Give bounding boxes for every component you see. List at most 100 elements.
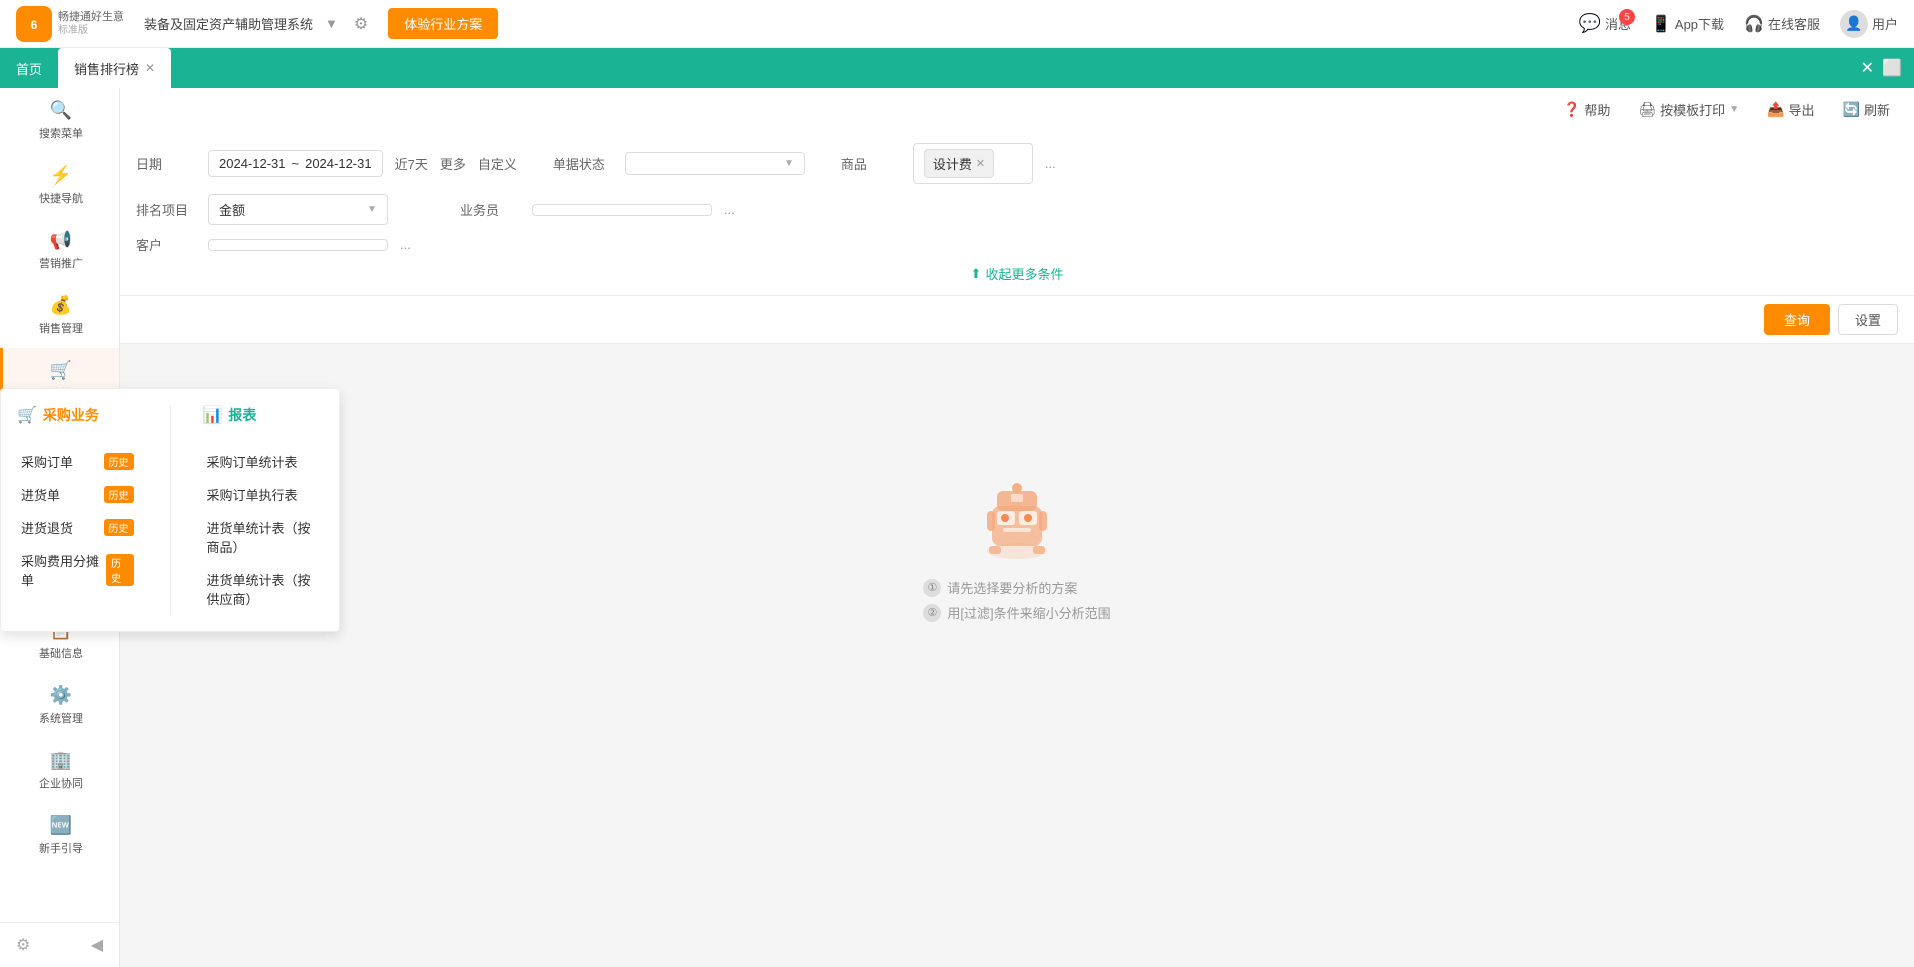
settings-button[interactable]: 设置 (1838, 304, 1898, 335)
query-button[interactable]: 查询 (1764, 304, 1830, 335)
goods-input[interactable]: 设计费 ✕ (913, 143, 1033, 184)
rank-dropdown-icon: ▼ (367, 204, 377, 215)
empty-state: ① 请先选择要分析的方案 ② 用[过滤]条件来缩小分析范围 (120, 344, 1914, 744)
voucher-status-label: 单据状态 (553, 154, 613, 173)
tab-home[interactable]: 首页 (0, 48, 58, 88)
goods-tag: 设计费 ✕ (924, 149, 994, 178)
sidebar-item-purchase-container: 🛒 采购管理 🛒 采购业务 采购订单 历史 进货单 (0, 348, 119, 413)
logo-icon: 6 (16, 6, 52, 42)
messages-button[interactable]: 💬 5 消息 (1579, 13, 1631, 34)
topbar-right: 💬 5 消息 📱 App下载 🎧 在线客服 👤 用户 (1579, 10, 1898, 38)
topbar: 6 畅捷通好生意 标准版 装备及固定资产辅助管理系统 ▼ ⚙ 体验行业方案 💬 … (0, 0, 1914, 48)
menu-item-report-order-stats[interactable]: 采购订单统计表 (203, 445, 324, 478)
print-icon: 🖨 (1638, 101, 1656, 118)
rank-select[interactable]: 金额 ▼ (208, 194, 388, 225)
system-arrow-icon[interactable]: ▼ (325, 16, 338, 31)
tip-2-num: ② (923, 604, 941, 622)
sidebar-settings-icon[interactable]: ⚙ (16, 935, 30, 955)
tab-close-icon[interactable]: ✕ (145, 61, 155, 75)
sidebar-item-marketing[interactable]: 📢 营销推广 (0, 218, 119, 283)
logo-text: 畅捷通好生意 标准版 (58, 10, 124, 37)
history-badge-1: 历史 (104, 486, 134, 503)
print-dropdown-icon[interactable]: ▼ (1729, 104, 1739, 115)
enterprise-icon: 🏢 (50, 750, 72, 771)
staff-input[interactable] (532, 204, 712, 216)
customer-label: 客户 (136, 235, 196, 254)
menu-item-report-order-exec[interactable]: 采购订单执行表 (203, 478, 324, 511)
tab-sales-ranking[interactable]: 销售排行榜 ✕ (58, 48, 171, 88)
report-section: 📊 报表 采购订单统计表 采购订单执行表 进货单统计表（按商品） 进货单统计表（… (203, 405, 324, 615)
collapse-button[interactable]: ⬆ 收起更多条件 (971, 264, 1064, 283)
action-buttons: 查询 设置 (120, 296, 1914, 344)
filter-collapse-row: ⬆ 收起更多条件 (136, 264, 1898, 283)
sidebar-item-search[interactable]: 🔍 搜索菜单 (0, 88, 119, 153)
empty-tips: ① 请先选择要分析的方案 ② 用[过滤]条件来缩小分析范围 (923, 578, 1110, 622)
tabs-controls: ✕ ⬜ (1861, 58, 1914, 78)
empty-illustration (967, 466, 1067, 566)
menu-item-purchase-incoming[interactable]: 进货单 历史 (17, 478, 138, 511)
headset-icon: 🎧 (1744, 14, 1764, 34)
purchase-section-icon: 🛒 (17, 405, 37, 425)
sidebar-item-enterprise[interactable]: 🏢 企业协同 (0, 738, 119, 803)
help-button[interactable]: ❓ 帮助 (1555, 96, 1618, 123)
app-download-button[interactable]: 📱 App下载 (1651, 14, 1724, 34)
customer-more-icon[interactable]: ... (400, 237, 411, 252)
customer-input[interactable] (208, 239, 388, 251)
system-icon: ⚙️ (50, 685, 72, 706)
sidebar-item-sales[interactable]: 💰 销售管理 (0, 283, 119, 348)
date-preset-7days[interactable]: 近7天 (395, 154, 428, 173)
menu-divider (170, 405, 171, 615)
date-preset-more[interactable]: 更多 (440, 154, 466, 173)
export-button[interactable]: 📤 导出 (1759, 96, 1822, 123)
date-end: 2024-12-31 (305, 156, 372, 171)
user-avatar: 👤 (1840, 10, 1868, 38)
system-settings-icon[interactable]: ⚙ (354, 14, 368, 34)
sidebar-bottom: ⚙ ◀ (0, 922, 119, 967)
empty-tip-1: ① 请先选择要分析的方案 (923, 578, 1110, 597)
sidebar-collapse-icon[interactable]: ◀ (91, 935, 103, 955)
staff-label: 业务员 (460, 200, 520, 219)
history-badge-2: 历史 (104, 519, 134, 536)
menu-item-report-goods-stats[interactable]: 进货单统计表（按商品） (203, 511, 324, 563)
date-preset-custom[interactable]: 自定义 (478, 154, 517, 173)
search-icon: 🔍 (50, 100, 72, 121)
voucher-status-select[interactable]: ▼ (625, 152, 805, 175)
menu-item-purchase-return[interactable]: 进货退货 历史 (17, 511, 138, 544)
menu-item-report-supplier-stats[interactable]: 进货单统计表（按供应商） (203, 563, 324, 615)
refresh-button[interactable]: 🔄 刷新 (1835, 96, 1898, 123)
service-button[interactable]: 🎧 在线客服 (1744, 14, 1820, 34)
voucher-status-dropdown-icon: ▼ (784, 158, 794, 169)
message-icon: 💬 (1579, 13, 1601, 34)
report-section-title: 📊 报表 (203, 405, 324, 433)
menu-item-purchase-expense[interactable]: 采购费用分摊单 历史 (17, 544, 138, 596)
menu-item-purchase-order[interactable]: 采购订单 历史 (17, 445, 138, 478)
purchase-section-title: 🛒 采购业务 (17, 405, 138, 433)
history-badge-3: 历史 (106, 554, 133, 586)
marketing-icon: 📢 (50, 230, 72, 251)
tab-close-all-icon[interactable]: ✕ (1861, 58, 1874, 78)
purchase-business-section: 🛒 采购业务 采购订单 历史 进货单 历史 进货退货 历史 (17, 405, 138, 615)
sidebar-item-system[interactable]: ⚙️ 系统管理 (0, 673, 119, 738)
industry-button[interactable]: 体验行业方案 (388, 8, 498, 39)
main-layout: 🔍 搜索菜单 ⚡ 快捷导航 📢 营销推广 💰 销售管理 🛒 采购管理 (0, 88, 1914, 967)
sales-icon: 💰 (50, 295, 72, 316)
staff-more-icon[interactable]: ... (724, 202, 735, 217)
system-area: 装备及固定资产辅助管理系统 ▼ ⚙ 体验行业方案 (136, 8, 1579, 39)
tab-restore-icon[interactable]: ⬜ (1882, 58, 1902, 78)
system-name: 装备及固定资产辅助管理系统 (144, 14, 313, 33)
empty-tip-2: ② 用[过滤]条件来缩小分析范围 (923, 603, 1110, 622)
user-menu-button[interactable]: 👤 用户 (1840, 10, 1898, 38)
rank-label: 排名项目 (136, 200, 196, 219)
goods-more-icon[interactable]: ... (1045, 156, 1056, 171)
phone-icon: 📱 (1651, 14, 1671, 34)
sidebar-item-quicknav[interactable]: ⚡ 快捷导航 (0, 153, 119, 218)
sidebar-item-guide[interactable]: 🆕 新手引导 (0, 803, 119, 868)
print-button[interactable]: 🖨 按模板打印 ▼ (1630, 96, 1747, 123)
filter-bar: 日期 2024-12-31 ~ 2024-12-31 近7天 更多 自定义 单据… (120, 131, 1914, 296)
date-range-picker[interactable]: 2024-12-31 ~ 2024-12-31 (208, 150, 383, 177)
goods-tag-close[interactable]: ✕ (976, 157, 985, 170)
notification-badge: 5 (1619, 9, 1635, 25)
svg-text:6: 6 (31, 18, 38, 32)
quicknav-icon: ⚡ (50, 165, 72, 186)
purchase-dropdown-menu: 🛒 采购业务 采购订单 历史 进货单 历史 进货退货 历史 (0, 388, 340, 632)
